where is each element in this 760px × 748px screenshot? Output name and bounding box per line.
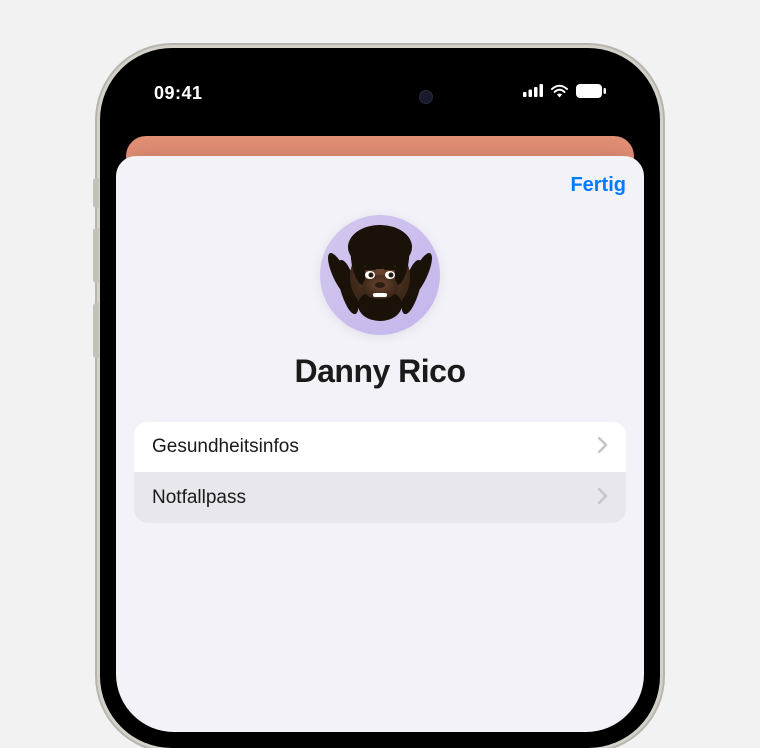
health-details-row[interactable]: Gesundheitsinfos <box>134 422 626 473</box>
profile-section: Danny Rico <box>134 215 626 390</box>
settings-list: Gesundheitsinfos Notfallpass <box>134 422 626 523</box>
profile-name: Danny Rico <box>294 353 465 390</box>
phone-screen: 09:41 <box>116 64 644 732</box>
chevron-right-icon <box>598 488 608 509</box>
wifi-icon <box>550 84 569 103</box>
profile-modal-sheet: Fertig <box>116 156 644 732</box>
battery-icon <box>576 84 606 103</box>
phone-frame: 09:41 <box>100 48 660 748</box>
cellular-signal-icon <box>523 84 543 102</box>
avatar[interactable] <box>320 215 440 335</box>
list-item-label: Notfallpass <box>152 487 246 509</box>
status-time: 09:41 <box>154 83 203 104</box>
modal-header: Fertig <box>134 174 626 197</box>
front-camera <box>419 90 433 104</box>
medical-id-row[interactable]: Notfallpass <box>134 473 626 523</box>
status-indicators <box>523 84 606 103</box>
chevron-right-icon <box>598 437 608 458</box>
done-button[interactable]: Fertig <box>570 174 626 197</box>
dynamic-island <box>315 78 445 116</box>
list-item-label: Gesundheitsinfos <box>152 436 299 458</box>
phone-side-buttons <box>93 178 99 378</box>
memoji-icon <box>320 215 440 335</box>
